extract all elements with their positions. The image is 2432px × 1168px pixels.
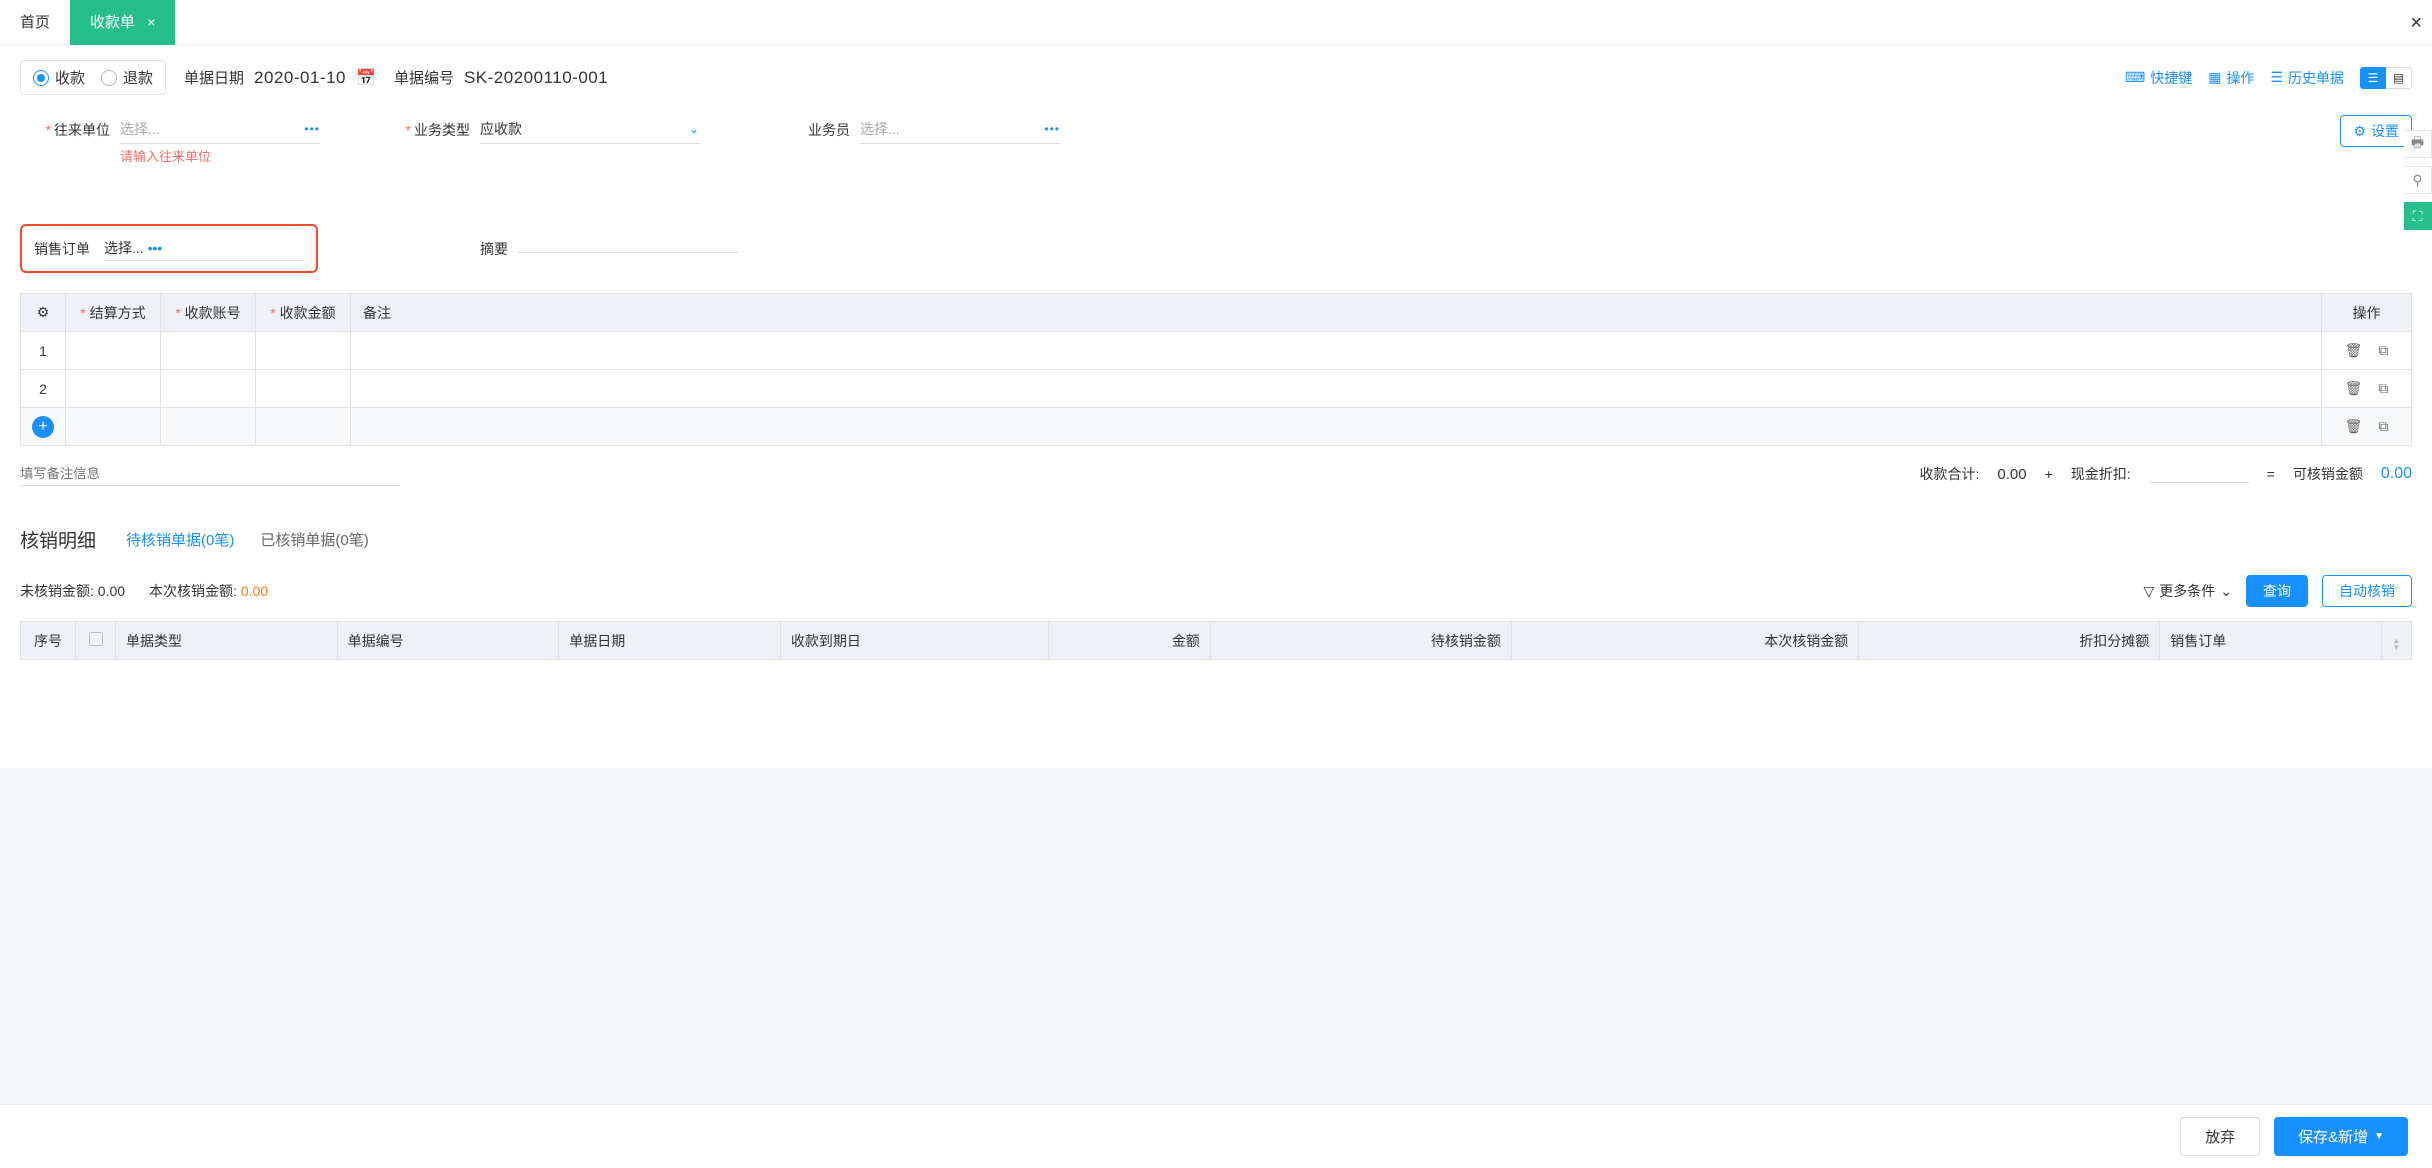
col-due[interactable]: 收款到期日	[780, 622, 1048, 660]
delete-icon[interactable]: 🗑	[2345, 418, 2363, 435]
col-action: 操作	[2322, 294, 2412, 332]
col-this-verify[interactable]: 本次核销金额	[1511, 622, 1858, 660]
payment-table: ⚙ 结算方式 收款账号 收款金额 备注 操作 1 🗑⧉ 2 🗑⧉	[20, 293, 2412, 446]
total-value: 0.00	[1997, 466, 2026, 483]
side-tool-link[interactable]: ⚲	[2404, 166, 2432, 194]
gear-icon[interactable]: ⚙	[37, 304, 50, 320]
col-type[interactable]: 单据类型	[116, 622, 338, 660]
radio-refund[interactable]: 退款	[101, 67, 153, 88]
doc-date-value[interactable]: 2020-01-10	[254, 68, 346, 88]
salesman-field-wrapper: 业务员 选择... •••	[760, 115, 1060, 144]
col-account: 收款账号	[161, 294, 256, 332]
table-row[interactable]: 1 🗑⧉	[21, 332, 2412, 370]
shortcut-link[interactable]: ⌨ 快捷键	[2125, 68, 2192, 88]
view-list-btn[interactable]: ☰	[2360, 67, 2386, 89]
copy-icon[interactable]: ⧉	[2378, 380, 2388, 397]
salesman-select[interactable]: 选择... •••	[860, 115, 1060, 144]
more-icon: •••	[1044, 122, 1060, 136]
receipt-type-radio: 收款 退款	[20, 60, 166, 95]
keyboard-icon: ⌨	[2125, 69, 2145, 86]
close-icon[interactable]: ×	[147, 14, 155, 30]
abstract-input[interactable]	[518, 244, 738, 253]
auto-verify-button[interactable]: 自动核销	[2322, 575, 2412, 607]
doc-no-label: 单据编号	[394, 67, 454, 88]
abstract-field-wrapper: 摘要	[418, 224, 738, 273]
verify-tab-pending[interactable]: 待核销单据(0笔)	[126, 529, 234, 550]
radio-checked-icon	[33, 70, 49, 86]
chevron-down-icon: ⌄	[2220, 583, 2232, 600]
verify-table: 序号 单据类型 单据编号 单据日期 收款到期日 金额 待核销金额 本次核销金额 …	[20, 621, 2412, 660]
col-sales-order[interactable]: 销售订单	[2160, 622, 2382, 660]
history-link[interactable]: ☰ 历史单据	[2270, 68, 2344, 88]
col-seq: 序号	[21, 622, 76, 660]
table-row[interactable]: 2 🗑⧉	[21, 370, 2412, 408]
side-tool-expand[interactable]: ⛶	[2404, 202, 2432, 230]
doc-date-label: 单据日期	[184, 67, 244, 88]
add-row-button[interactable]: +	[32, 416, 54, 438]
more-conditions[interactable]: ▽ 更多条件 ⌄	[2143, 581, 2232, 601]
query-button[interactable]: 查询	[2246, 575, 2308, 607]
side-tool-print[interactable]: 🖶	[2404, 130, 2432, 158]
cancel-button[interactable]: 放弃	[2180, 1117, 2260, 1156]
chevron-down-icon: ▼	[2374, 1131, 2384, 1142]
chevron-down-icon: ⌄	[689, 122, 700, 136]
biztype-select[interactable]: 应收款 ⌄	[480, 115, 700, 144]
grid-icon: ▦	[2208, 69, 2221, 86]
col-no[interactable]: 单据编号	[337, 622, 559, 660]
radio-receive[interactable]: 收款	[33, 67, 85, 88]
save-button[interactable]: 保存&新增 ▼	[2274, 1117, 2408, 1156]
col-date[interactable]: 单据日期	[559, 622, 781, 660]
unverified-val: 0.00	[98, 583, 125, 599]
writeoff-value: 0.00	[2381, 465, 2412, 483]
total-label: 收款合计:	[1920, 464, 1980, 484]
col-amount[interactable]: 金额	[1048, 622, 1210, 660]
filter-icon: ▽	[2143, 583, 2154, 600]
biztype-field-wrapper: *业务类型 应收款 ⌄	[380, 115, 700, 144]
radio-unchecked-icon	[101, 70, 117, 86]
customer-select[interactable]: 选择... •••	[120, 115, 320, 144]
discount-label: 现金折扣:	[2071, 464, 2131, 484]
customer-field-wrapper: *往来单位 选择... ••• 请输入往来单位	[20, 115, 320, 144]
col-settle-method: 结算方式	[66, 294, 161, 332]
table-add-row: + 🗑 ⧉	[21, 408, 2412, 446]
remark-input[interactable]	[20, 462, 400, 486]
delete-icon[interactable]: 🗑	[2345, 342, 2363, 359]
col-discount[interactable]: 折扣分摊额	[1859, 622, 2160, 660]
copy-icon[interactable]: ⧉	[2378, 418, 2388, 435]
more-icon: •••	[148, 240, 163, 256]
col-pending[interactable]: 待核销金额	[1210, 622, 1511, 660]
col-amount: 收款金额	[256, 294, 351, 332]
operate-link[interactable]: ▦ 操作	[2208, 68, 2254, 88]
this-verify-val: 0.00	[241, 583, 268, 599]
col-remark: 备注	[351, 294, 2322, 332]
tab-receipt-label: 收款单	[90, 14, 135, 31]
tab-home[interactable]: 首页	[0, 0, 70, 45]
copy-icon[interactable]: ⧉	[2378, 342, 2388, 359]
more-icon: •••	[304, 122, 320, 136]
doc-no-value: SK-20200110-001	[464, 68, 608, 88]
close-all-icon[interactable]: ×	[2410, 12, 2422, 35]
list-icon: ☰	[2270, 69, 2283, 86]
sort-icon[interactable]: ▲▼	[2393, 637, 2401, 651]
delete-icon[interactable]: 🗑	[2345, 380, 2363, 397]
view-card-btn[interactable]: ▤	[2386, 67, 2412, 89]
discount-input[interactable]	[2149, 465, 2249, 483]
customer-error: 请输入往来单位	[120, 146, 211, 165]
sales-order-select[interactable]: 选择... •••	[104, 236, 304, 261]
verify-title: 核销明细	[20, 526, 96, 553]
sales-order-highlight: 销售订单 选择... •••	[20, 224, 318, 273]
tab-receipt[interactable]: 收款单 ×	[70, 0, 175, 45]
writeoff-label: 可核销金额	[2293, 464, 2363, 484]
verify-tab-done[interactable]: 已核销单据(0笔)	[260, 529, 368, 550]
calendar-icon[interactable]: 📅	[356, 68, 376, 88]
select-all-checkbox[interactable]	[89, 632, 103, 646]
